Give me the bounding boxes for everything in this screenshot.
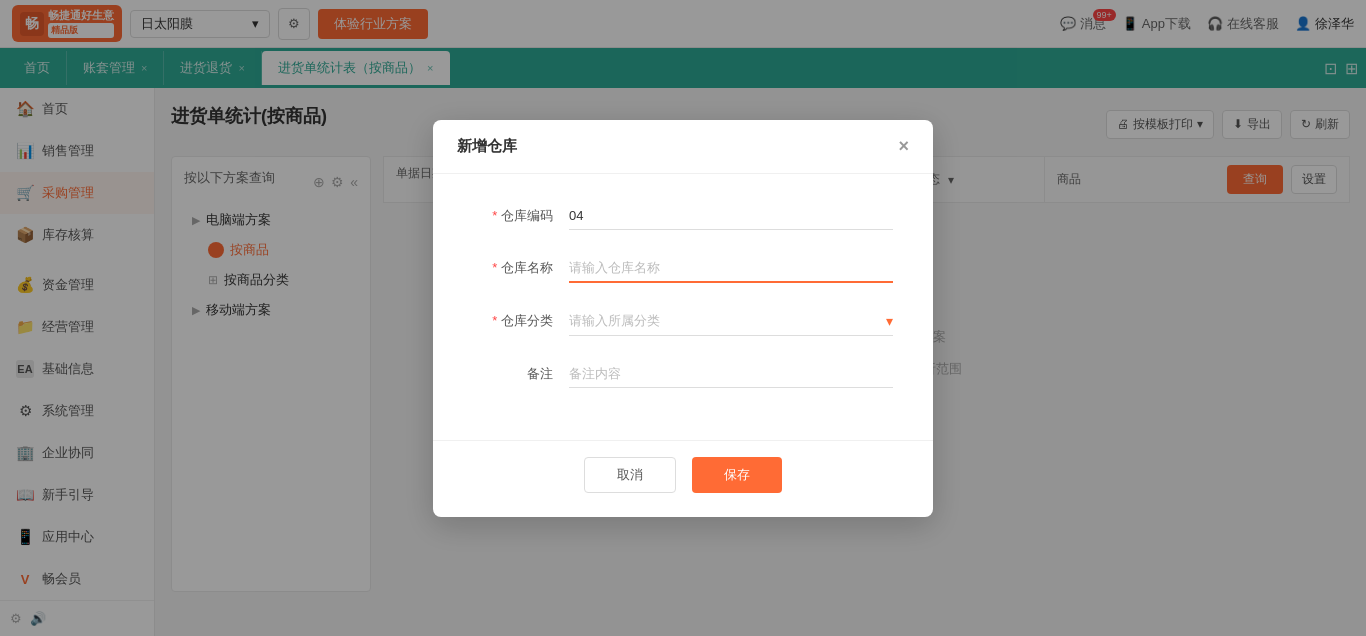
warehouse-category-select[interactable]: ▾: [569, 307, 893, 336]
form-row-category: 仓库分类 ▾: [473, 307, 893, 336]
warehouse-name-input[interactable]: [569, 254, 893, 283]
save-button[interactable]: 保存: [692, 457, 782, 493]
warehouse-category-input[interactable]: [569, 313, 886, 328]
modal-close-button[interactable]: ×: [898, 136, 909, 157]
remark-input[interactable]: [569, 360, 893, 388]
form-row-code: 仓库编码: [473, 202, 893, 230]
modal-footer: 取消 保存: [433, 440, 933, 517]
form-label-remark: 备注: [473, 365, 553, 383]
warehouse-code-input[interactable]: [569, 202, 893, 230]
form-row-remark: 备注: [473, 360, 893, 388]
form-label-name: 仓库名称: [473, 259, 553, 277]
form-label-code: 仓库编码: [473, 207, 553, 225]
modal-header: 新增仓库 ×: [433, 120, 933, 174]
modal-overlay: 新增仓库 × 仓库编码 仓库名称 仓库分类 ▾: [0, 0, 1366, 636]
form-label-category: 仓库分类: [473, 312, 553, 330]
modal-title: 新增仓库: [457, 137, 517, 156]
modal-new-warehouse: 新增仓库 × 仓库编码 仓库名称 仓库分类 ▾: [433, 120, 933, 517]
cancel-button[interactable]: 取消: [584, 457, 676, 493]
modal-body: 仓库编码 仓库名称 仓库分类 ▾ 备注: [433, 174, 933, 440]
select-arrow-icon[interactable]: ▾: [886, 313, 893, 329]
form-row-name: 仓库名称: [473, 254, 893, 283]
